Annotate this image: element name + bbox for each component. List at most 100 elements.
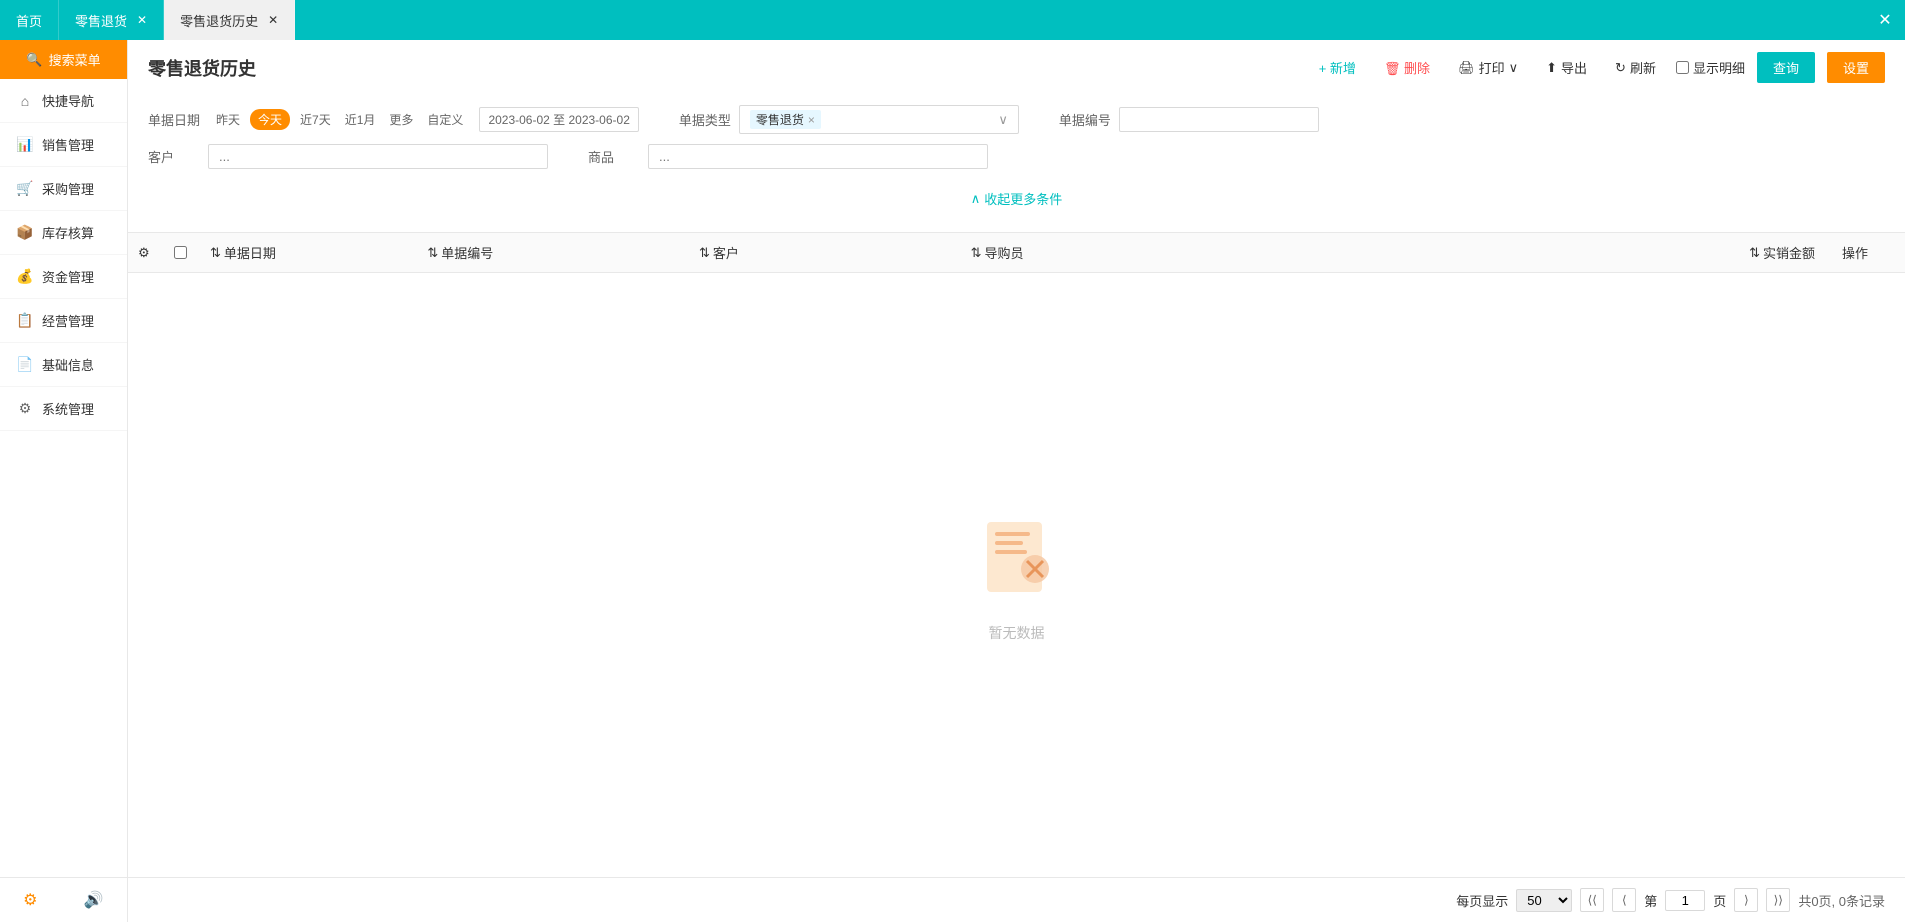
tab-retail-return-history[interactable]: 零售退货历史 ✕ <box>164 0 295 40</box>
customer-filter-input[interactable] <box>208 144 548 169</box>
page-title-row: 零售退货历史 + 新增 🗑 删除 🖨 打印 ∨ ⬆ 导出 ↻ <box>148 52 1885 83</box>
tab-home-label: 首页 <box>16 11 42 30</box>
date-opt-today[interactable]: 今天 <box>250 109 290 130</box>
first-page-button[interactable]: ⟨⟨ <box>1580 888 1604 912</box>
total-info: 共0页, 0条记录 <box>1798 891 1885 910</box>
page-header: 零售退货历史 + 新增 🗑 删除 🖨 打印 ∨ ⬆ 导出 ↻ <box>128 40 1905 233</box>
date-filter-label: 单据日期 <box>148 110 208 129</box>
col-amount-text: 实销金额 <box>1763 243 1815 262</box>
pagination: 每页显示 20 50 100 ⟨⟨ ⟨ 第 1 页 ⟩ ⟩⟩ 共0页, 0条记录 <box>128 877 1905 922</box>
sidebar-item-inventory[interactable]: 📦 库存核算 <box>0 211 127 255</box>
sidebar-item-operation-label: 经营管理 <box>42 311 94 330</box>
sidebar-item-quick-nav[interactable]: ⌂ 快捷导航 <box>0 79 127 123</box>
basic-info-icon: 📄 <box>16 356 34 374</box>
sidebar-search[interactable]: 🔍 搜索菜单 <box>0 40 127 79</box>
code-filter-input[interactable] <box>1119 107 1319 132</box>
date-opt-more[interactable]: 更多 <box>385 109 417 130</box>
sidebar-item-capital-label: 资金管理 <box>42 267 94 286</box>
col-header-checkbox[interactable] <box>174 246 210 259</box>
tab-bar: 首页 零售退货 ✕ 零售退货历史 ✕ ✕ <box>0 0 1905 40</box>
col-header-amount: ⇅ 实销金额 <box>1695 243 1815 262</box>
col-header-settings[interactable]: ⚙ <box>138 245 174 261</box>
sidebar-item-sales-mgmt-label: 销售管理 <box>42 135 94 154</box>
date-opt-yesterday[interactable]: 昨天 <box>212 109 244 130</box>
sidebar-item-purchase-mgmt[interactable]: 🛒 采购管理 <box>0 167 127 211</box>
date-range-input[interactable]: 2023-06-02 至 2023-06-02 <box>479 107 638 132</box>
delete-button[interactable]: 🗑 删除 <box>1376 54 1438 81</box>
col-date-label: ⇅ <box>210 245 221 261</box>
filter-row-1: 单据日期 昨天 今天 近7天 近1月 更多 自定义 2023-06-02 至 2… <box>148 105 1885 134</box>
settings-bottom-icon[interactable]: ⚙ <box>23 890 37 910</box>
date-opt-1month[interactable]: 近1月 <box>341 109 380 130</box>
refresh-icon: ↻ <box>1615 60 1626 76</box>
table-header: ⚙ ⇅ 单据日期 ⇅ 单据编号 ⇅ 客户 ⇅ <box>128 233 1905 273</box>
main-layout: 🔍 搜索菜单 ⌂ 快捷导航 📊 销售管理 🛒 采购管理 📦 库存核算 💰 资金管… <box>0 40 1905 922</box>
sidebar-item-basic-info[interactable]: 📄 基础信息 <box>0 343 127 387</box>
prev-page-button[interactable]: ⟨ <box>1612 888 1636 912</box>
select-all-checkbox[interactable] <box>174 246 187 259</box>
page-size-select[interactable]: 20 50 100 <box>1516 889 1572 912</box>
goods-filter-label: 商品 <box>588 147 648 166</box>
purchase-icon: 🛒 <box>16 180 34 198</box>
print-icon: 🖨 <box>1458 60 1475 76</box>
type-filter-select[interactable]: 零售退货 × ∨ <box>739 105 1019 134</box>
tab-home[interactable]: 首页 <box>0 0 59 40</box>
display-detail-checkbox-row[interactable]: 显示明细 <box>1676 58 1745 77</box>
type-filter-tag-close[interactable]: × <box>808 113 815 127</box>
tab-retail-return[interactable]: 零售退货 ✕ <box>59 0 164 40</box>
date-opt-custom[interactable]: 自定义 <box>423 109 467 130</box>
sidebar-search-label: 搜索菜单 <box>49 50 101 69</box>
audio-bottom-icon[interactable]: 🔊 <box>84 890 104 910</box>
page-title: 零售退货历史 <box>148 55 256 81</box>
col-customer-text: 客户 <box>713 243 739 262</box>
query-button[interactable]: 查询 <box>1757 52 1815 83</box>
collapse-label: 收起更多条件 <box>984 189 1062 208</box>
goods-filter-input[interactable] <box>648 144 988 169</box>
system-icon: ⚙ <box>16 400 34 418</box>
print-button[interactable]: 🖨 打印 ∨ <box>1450 54 1526 81</box>
operation-icon: 📋 <box>16 312 34 330</box>
sidebar-item-basic-info-label: 基础信息 <box>42 355 94 374</box>
search-icon: 🔍 <box>26 52 42 68</box>
page-number-input[interactable]: 1 <box>1665 890 1705 911</box>
sidebar-item-purchase-mgmt-label: 采购管理 <box>42 179 94 198</box>
type-filter-tag-label: 零售退货 <box>756 111 804 128</box>
sidebar-item-system-mgmt[interactable]: ⚙ 系统管理 <box>0 387 127 431</box>
export-label: 导出 <box>1561 58 1587 77</box>
page-label: 第 <box>1644 891 1657 910</box>
code-filter-label: 单据编号 <box>1059 110 1119 129</box>
sidebar-item-sales-mgmt[interactable]: 📊 销售管理 <box>0 123 127 167</box>
settings-button[interactable]: 设置 <box>1827 52 1885 83</box>
table-container: ⚙ ⇅ 单据日期 ⇅ 单据编号 ⇅ 客户 ⇅ <box>128 233 1905 877</box>
collapse-filter-button[interactable]: ∧ 收起更多条件 <box>951 183 1083 214</box>
display-detail-label: 显示明细 <box>1693 58 1745 77</box>
capital-icon: 💰 <box>16 268 34 286</box>
refresh-label: 刷新 <box>1630 58 1656 77</box>
sidebar-item-operation[interactable]: 📋 经营管理 <box>0 299 127 343</box>
sidebar-bottom: ⚙ 🔊 <box>0 877 127 922</box>
col-date-text: 单据日期 <box>224 243 276 262</box>
content-area: 零售退货历史 + 新增 🗑 删除 🖨 打印 ∨ ⬆ 导出 ↻ <box>128 40 1905 922</box>
col-header-customer: ⇅ 客户 <box>699 243 971 262</box>
display-detail-checkbox[interactable] <box>1676 61 1689 74</box>
last-page-button[interactable]: ⟩⟩ <box>1766 888 1790 912</box>
date-opt-7days[interactable]: 近7天 <box>296 109 335 130</box>
col-header-billno: ⇅ 单据编号 <box>427 243 699 262</box>
window-close-button[interactable]: ✕ <box>1865 0 1905 40</box>
tab-retail-return-history-label: 零售退货历史 <box>180 11 258 30</box>
sidebar: 🔍 搜索菜单 ⌂ 快捷导航 📊 销售管理 🛒 采购管理 📦 库存核算 💰 资金管… <box>0 40 128 922</box>
page-unit: 页 <box>1713 891 1726 910</box>
type-filter-label: 单据类型 <box>679 110 739 129</box>
refresh-button[interactable]: ↻ 刷新 <box>1607 54 1664 81</box>
sidebar-item-capital[interactable]: 💰 资金管理 <box>0 255 127 299</box>
col-guide-sort-icon: ⇅ <box>971 245 982 261</box>
tab-retail-return-history-close[interactable]: ✕ <box>268 13 278 27</box>
new-button[interactable]: + 新增 <box>1311 54 1364 81</box>
export-button[interactable]: ⬆ 导出 <box>1538 54 1595 81</box>
filter-row-2: 客户 商品 <box>148 144 1885 169</box>
col-customer-sort-icon: ⇅ <box>699 245 710 261</box>
col-header-action: 操作 <box>1815 243 1895 262</box>
next-page-button[interactable]: ⟩ <box>1734 888 1758 912</box>
empty-state: 暂无数据 <box>128 273 1905 877</box>
tab-retail-return-close[interactable]: ✕ <box>137 13 147 27</box>
